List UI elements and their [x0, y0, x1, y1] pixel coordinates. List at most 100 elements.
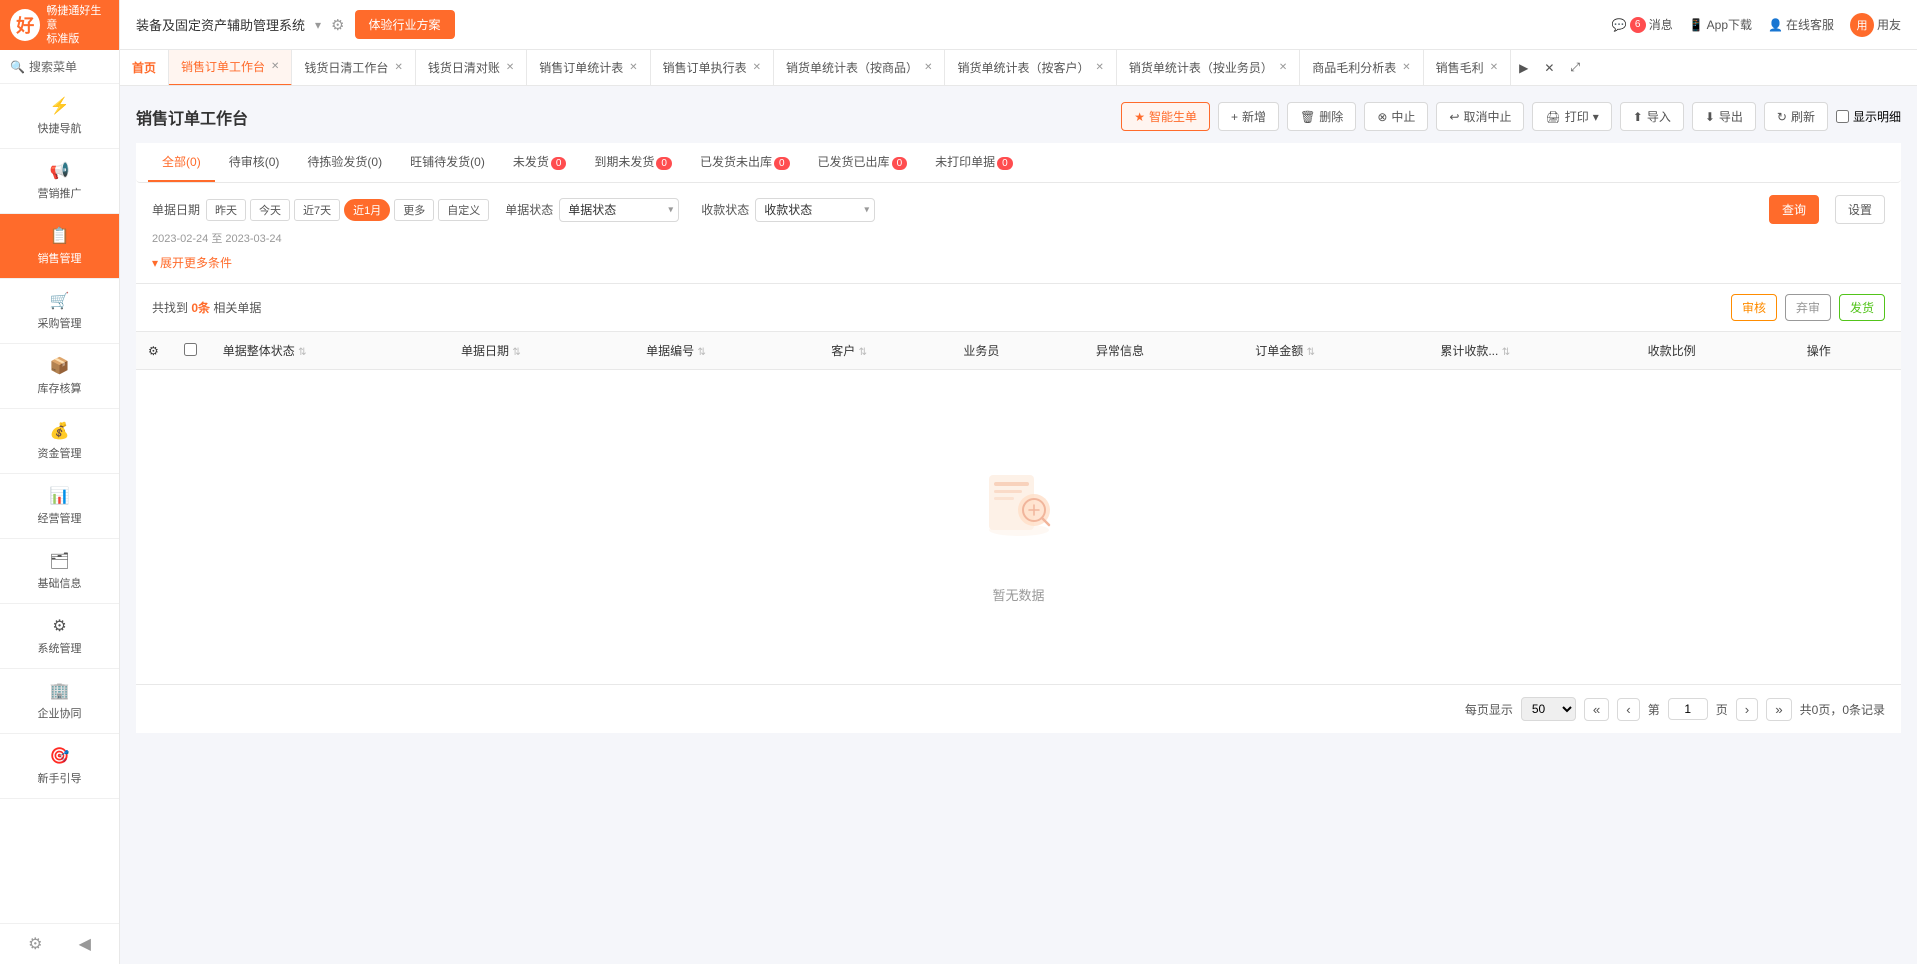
sort-received-icon[interactable]: ⇅: [1502, 347, 1510, 358]
tab-close-sales-summary-product[interactable]: ✕: [924, 62, 932, 73]
smart-create-btn[interactable]: ★ 智能生单: [1121, 102, 1210, 131]
tab-more-btn[interactable]: ▶: [1511, 50, 1536, 86]
sidebar-item-quick-nav[interactable]: ⚡ 快捷导航: [0, 84, 119, 149]
filter-tab-not-printed[interactable]: 未打印单据0: [921, 143, 1027, 182]
settings-icon[interactable]: ⚙: [28, 934, 42, 954]
dropdown-arrow-icon[interactable]: ▾: [315, 18, 321, 32]
search-menu[interactable]: 🔍 搜索菜单: [0, 50, 119, 84]
sort-date-icon[interactable]: ⇅: [512, 347, 520, 358]
date-btn-yesterday[interactable]: 昨天: [206, 199, 246, 221]
tab-close-sales-exec[interactable]: ✕: [753, 62, 761, 73]
sidebar-item-sales[interactable]: 📋 销售管理: [0, 214, 119, 279]
settings-gear-icon[interactable]: ⚙: [331, 16, 344, 34]
tab-close-sales-profit[interactable]: ✕: [1490, 62, 1498, 73]
setting-btn[interactable]: 设置: [1835, 195, 1885, 224]
page-number-input[interactable]: [1668, 698, 1708, 720]
sidebar-item-guide[interactable]: 🎯 新手引导: [0, 734, 119, 799]
tab-margin-analysis[interactable]: 商品毛利分析表 ✕: [1300, 50, 1423, 86]
payment-select[interactable]: 收款状态: [755, 198, 875, 222]
last-page-btn[interactable]: »: [1766, 698, 1791, 721]
sidebar-item-system[interactable]: ⚙ 系统管理: [0, 604, 119, 669]
finance-icon: 💰: [50, 421, 70, 441]
filter-tab-all[interactable]: 全部(0): [148, 143, 215, 182]
export-btn[interactable]: ⬇ 导出: [1692, 102, 1756, 131]
cancel-stop-btn[interactable]: ↩ 取消中止: [1436, 102, 1524, 131]
next-page-btn[interactable]: ›: [1736, 698, 1758, 721]
date-btn-more[interactable]: 更多: [394, 199, 434, 221]
filter-tab-wangpu[interactable]: 旺铺待发货(0): [396, 143, 499, 182]
sort-number-icon[interactable]: ⇅: [697, 347, 705, 358]
tab-sales-summary-client[interactable]: 销货单统计表（按客户） ✕: [945, 50, 1116, 86]
tab-close-all-btn[interactable]: ✕: [1536, 50, 1562, 86]
tab-close-cash-daily[interactable]: ✕: [394, 62, 402, 73]
tab-close-sales-stat[interactable]: ✕: [629, 62, 637, 73]
app-download-btn[interactable]: 📱 App下载: [1689, 16, 1752, 33]
col-settings[interactable]: ⚙: [136, 332, 171, 370]
sort-status-icon[interactable]: ⇅: [298, 347, 306, 358]
revoke-btn[interactable]: 弃审: [1785, 294, 1831, 321]
show-details-checkbox[interactable]: [1836, 110, 1849, 123]
approve-btn[interactable]: 审核: [1731, 294, 1777, 321]
import-btn[interactable]: ⬆ 导入: [1620, 102, 1684, 131]
message-btn[interactable]: 💬 6 消息: [1612, 16, 1673, 33]
expand-btn[interactable]: ▾ 展开更多条件: [152, 254, 1885, 271]
tab-sales-workbench[interactable]: 销售订单工作台 ✕: [169, 50, 292, 86]
tab-sales-profit[interactable]: 销售毛利 ✕: [1424, 50, 1511, 86]
tab-sales-stat[interactable]: 销售订单统计表 ✕: [527, 50, 650, 86]
tab-cash-reconcile[interactable]: 钱货日清对账 ✕: [416, 50, 527, 86]
tab-close-sales-summary-staff[interactable]: ✕: [1279, 62, 1287, 73]
first-page-btn[interactable]: «: [1584, 698, 1609, 721]
print-btn[interactable]: 🖨 打印 ▾: [1532, 102, 1611, 131]
tab-sales-summary-product[interactable]: 销货单统计表（按商品） ✕: [774, 50, 945, 86]
col-checkbox[interactable]: [171, 332, 211, 370]
query-btn[interactable]: 查询: [1769, 195, 1819, 224]
filter-tab-pending-review[interactable]: 待审核(0): [215, 143, 294, 182]
tab-sales-summary-staff[interactable]: 销货单统计表（按业务员） ✕: [1117, 50, 1300, 86]
sidebar-item-basic-info[interactable]: 🗂 基础信息: [0, 539, 119, 604]
tab-home[interactable]: 首页: [120, 50, 169, 86]
app-logo: 好 畅捷通好生意 标准版: [0, 0, 119, 50]
date-btn-1month[interactable]: 近1月: [344, 199, 390, 221]
filter-tab-shipped-out[interactable]: 已发货已出库0: [804, 143, 922, 182]
date-btn-custom[interactable]: 自定义: [438, 199, 489, 221]
filter-tab-pending-inspect[interactable]: 待拣验发货(0): [293, 143, 396, 182]
refresh-btn[interactable]: ↻ 刷新: [1764, 102, 1828, 131]
collapse-icon[interactable]: ◀: [79, 934, 91, 954]
tab-maximize-btn[interactable]: ⤢: [1562, 50, 1588, 86]
tab-cash-daily[interactable]: 钱货日清工作台 ✕: [292, 50, 415, 86]
ship-btn[interactable]: 发货: [1839, 294, 1885, 321]
filter-tab-not-shipped[interactable]: 未发货0: [499, 143, 581, 182]
sort-amount-icon[interactable]: ⇅: [1307, 347, 1315, 358]
trial-btn[interactable]: 体验行业方案: [355, 10, 455, 39]
show-details-label[interactable]: 显示明细: [1836, 108, 1901, 125]
stop-btn[interactable]: ⊗ 中止: [1364, 102, 1428, 131]
sidebar-item-finance[interactable]: 💰 资金管理: [0, 409, 119, 474]
select-all-checkbox[interactable]: [184, 343, 197, 356]
guide-icon: 🎯: [50, 746, 70, 766]
logo-icon: 好: [10, 9, 40, 41]
date-btn-7days[interactable]: 近7天: [294, 199, 340, 221]
prev-page-btn[interactable]: ‹: [1617, 698, 1639, 721]
sidebar-item-inventory[interactable]: 📦 库存核算: [0, 344, 119, 409]
tab-close-sales-workbench[interactable]: ✕: [271, 61, 279, 72]
page-header: 销售订单工作台 ★ 智能生单 + 新增 🗑 删除 ⊗: [136, 102, 1901, 131]
sidebar-item-operations[interactable]: 📊 经营管理: [0, 474, 119, 539]
status-select[interactable]: 单据状态: [559, 198, 679, 222]
sidebar-item-enterprise[interactable]: 🏢 企业协同: [0, 669, 119, 734]
page-size-select[interactable]: 50 10 20 100: [1521, 697, 1576, 721]
online-service-btn[interactable]: 👤 在线客服: [1768, 16, 1834, 33]
sidebar-item-marketing[interactable]: 📢 营销推广: [0, 149, 119, 214]
filter-tab-expired-not-shipped[interactable]: 到期未发货0: [580, 143, 686, 182]
sort-client-icon[interactable]: ⇅: [859, 347, 867, 358]
tab-sales-exec[interactable]: 销售订单执行表 ✕: [651, 50, 774, 86]
filter-tab-shipped-not-out[interactable]: 已发货未出库0: [686, 143, 804, 182]
table-scroll: ⚙ 单据整体状态 ⇅ 单据日期 ⇅: [136, 331, 1901, 684]
date-btn-today[interactable]: 今天: [250, 199, 290, 221]
add-btn[interactable]: + 新增: [1218, 102, 1279, 131]
user-avatar[interactable]: 用 用友: [1850, 13, 1901, 37]
sidebar-item-purchase[interactable]: 🛒 采购管理: [0, 279, 119, 344]
tab-close-sales-summary-client[interactable]: ✕: [1095, 62, 1103, 73]
tab-close-margin-analysis[interactable]: ✕: [1402, 62, 1410, 73]
tab-close-cash-reconcile[interactable]: ✕: [506, 62, 514, 73]
delete-btn[interactable]: 🗑 删除: [1287, 102, 1356, 131]
